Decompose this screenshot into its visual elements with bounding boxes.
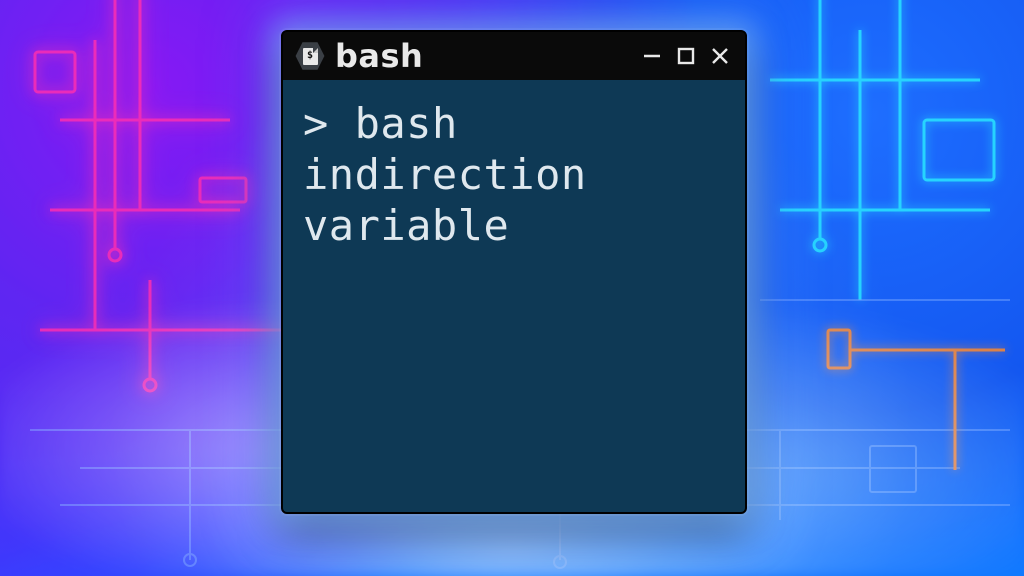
- maximize-button[interactable]: [675, 45, 697, 67]
- terminal-command: bash indirection variable: [303, 99, 612, 250]
- bash-icon-glyph: $: [307, 51, 313, 61]
- window-title: bash: [335, 40, 423, 72]
- prompt-symbol: >: [303, 99, 329, 148]
- minimize-button[interactable]: [641, 45, 663, 67]
- terminal-line: > bash indirection variable: [303, 98, 725, 252]
- bash-app-icon: $: [295, 41, 325, 71]
- terminal-body[interactable]: > bash indirection variable: [283, 80, 745, 512]
- close-button[interactable]: [709, 45, 731, 67]
- terminal-window: $ bash > bash indirection variable: [281, 30, 747, 514]
- close-icon: [710, 46, 730, 66]
- window-controls: [641, 45, 733, 67]
- titlebar[interactable]: $ bash: [283, 32, 745, 80]
- maximize-icon: [676, 46, 696, 66]
- minimize-icon: [642, 46, 662, 66]
